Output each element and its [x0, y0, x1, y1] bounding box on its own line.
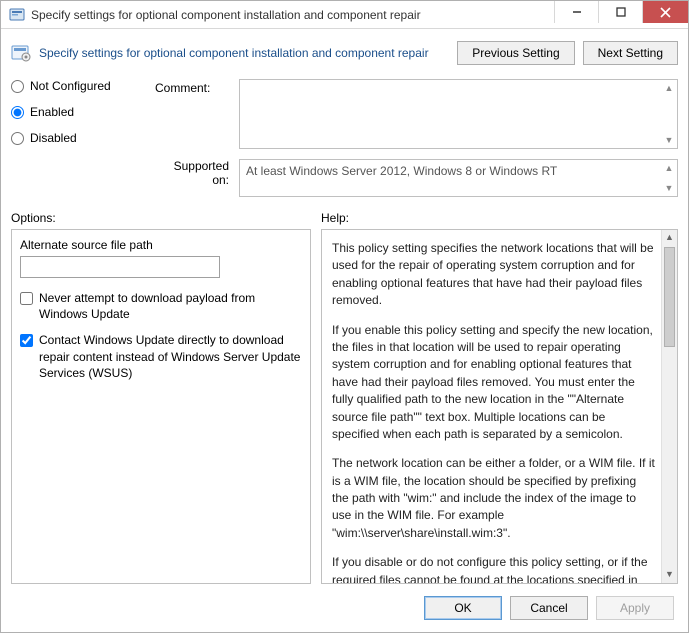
supported-on-box: At least Windows Server 2012, Windows 8 … — [239, 159, 678, 197]
scroll-down-icon[interactable]: ▼ — [662, 567, 677, 583]
scroll-down-icon[interactable]: ▼ — [661, 180, 677, 196]
help-paragraph: If you enable this policy setting and sp… — [332, 322, 655, 444]
never-download-checkbox-row[interactable]: Never attempt to download payload from W… — [20, 290, 302, 322]
help-paragraph: The network location can be either a fol… — [332, 455, 655, 542]
cancel-button[interactable]: Cancel — [510, 596, 588, 620]
policy-subtitle: Specify settings for optional component … — [39, 46, 449, 60]
previous-setting-button[interactable]: Previous Setting — [457, 41, 574, 65]
help-paragraph: If you disable or do not configure this … — [332, 554, 655, 584]
main-panes: Alternate source file path Never attempt… — [1, 229, 688, 584]
help-paragraph: This policy setting specifies the networ… — [332, 240, 655, 310]
never-download-label: Never attempt to download payload from W… — [39, 290, 302, 322]
policy-header: Specify settings for optional component … — [1, 29, 688, 73]
scroll-up-icon[interactable]: ▲ — [661, 80, 677, 96]
scroll-up-icon[interactable]: ▲ — [662, 230, 677, 246]
scroll-down-icon[interactable]: ▼ — [661, 132, 677, 148]
comment-textarea[interactable]: ▲ ▼ — [239, 79, 678, 149]
dialog-footer: OK Cancel Apply — [1, 584, 688, 632]
comment-scrollbar[interactable]: ▲ ▼ — [661, 80, 677, 148]
help-label: Help: — [321, 211, 678, 225]
next-setting-button[interactable]: Next Setting — [583, 41, 678, 65]
scrollbar-track[interactable] — [662, 348, 677, 567]
scroll-up-icon[interactable]: ▲ — [661, 160, 677, 176]
supported-on-label: Supported on: — [155, 159, 235, 197]
supported-on-text: At least Windows Server 2012, Windows 8 … — [246, 164, 557, 178]
title-bar: Specify settings for optional component … — [1, 1, 688, 29]
minimize-button[interactable] — [554, 1, 598, 23]
alt-source-path-label: Alternate source file path — [20, 238, 302, 252]
state-radio-group: Not Configured Enabled Disabled — [11, 79, 151, 197]
contact-wu-label: Contact Windows Update directly to downl… — [39, 332, 302, 381]
radio-enabled[interactable]: Enabled — [11, 105, 151, 119]
close-button[interactable] — [642, 1, 688, 23]
maximize-button[interactable] — [598, 1, 642, 23]
help-pane: This policy setting specifies the networ… — [321, 229, 678, 584]
contact-wu-checkbox-row[interactable]: Contact Windows Update directly to downl… — [20, 332, 302, 381]
app-icon — [9, 7, 25, 23]
radio-disabled[interactable]: Disabled — [11, 131, 151, 145]
never-download-checkbox[interactable] — [20, 292, 33, 305]
radio-disabled-input[interactable] — [11, 132, 24, 145]
radio-disabled-label: Disabled — [30, 131, 77, 145]
scrollbar-thumb[interactable] — [664, 247, 675, 347]
options-pane: Alternate source file path Never attempt… — [11, 229, 311, 584]
radio-not-configured-input[interactable] — [11, 80, 24, 93]
alt-source-path-input[interactable] — [20, 256, 220, 278]
radio-enabled-input[interactable] — [11, 106, 24, 119]
help-scrollbar[interactable]: ▲ ▼ — [661, 230, 677, 583]
radio-enabled-label: Enabled — [30, 105, 74, 119]
apply-button[interactable]: Apply — [596, 596, 674, 620]
radio-not-configured-label: Not Configured — [30, 79, 111, 93]
ok-button[interactable]: OK — [424, 596, 502, 620]
contact-wu-checkbox[interactable] — [20, 334, 33, 347]
supported-scrollbar[interactable]: ▲ ▼ — [661, 160, 677, 196]
policy-editor-window: Specify settings for optional component … — [0, 0, 689, 633]
window-controls — [554, 1, 688, 28]
window-title: Specify settings for optional component … — [31, 8, 554, 22]
top-settings-grid: Not Configured Enabled Disabled Comment:… — [1, 73, 688, 197]
radio-not-configured[interactable]: Not Configured — [11, 79, 151, 93]
comment-label: Comment: — [155, 79, 235, 95]
section-labels: Options: Help: — [1, 197, 688, 229]
policy-icon — [11, 43, 31, 63]
options-label: Options: — [11, 211, 321, 225]
